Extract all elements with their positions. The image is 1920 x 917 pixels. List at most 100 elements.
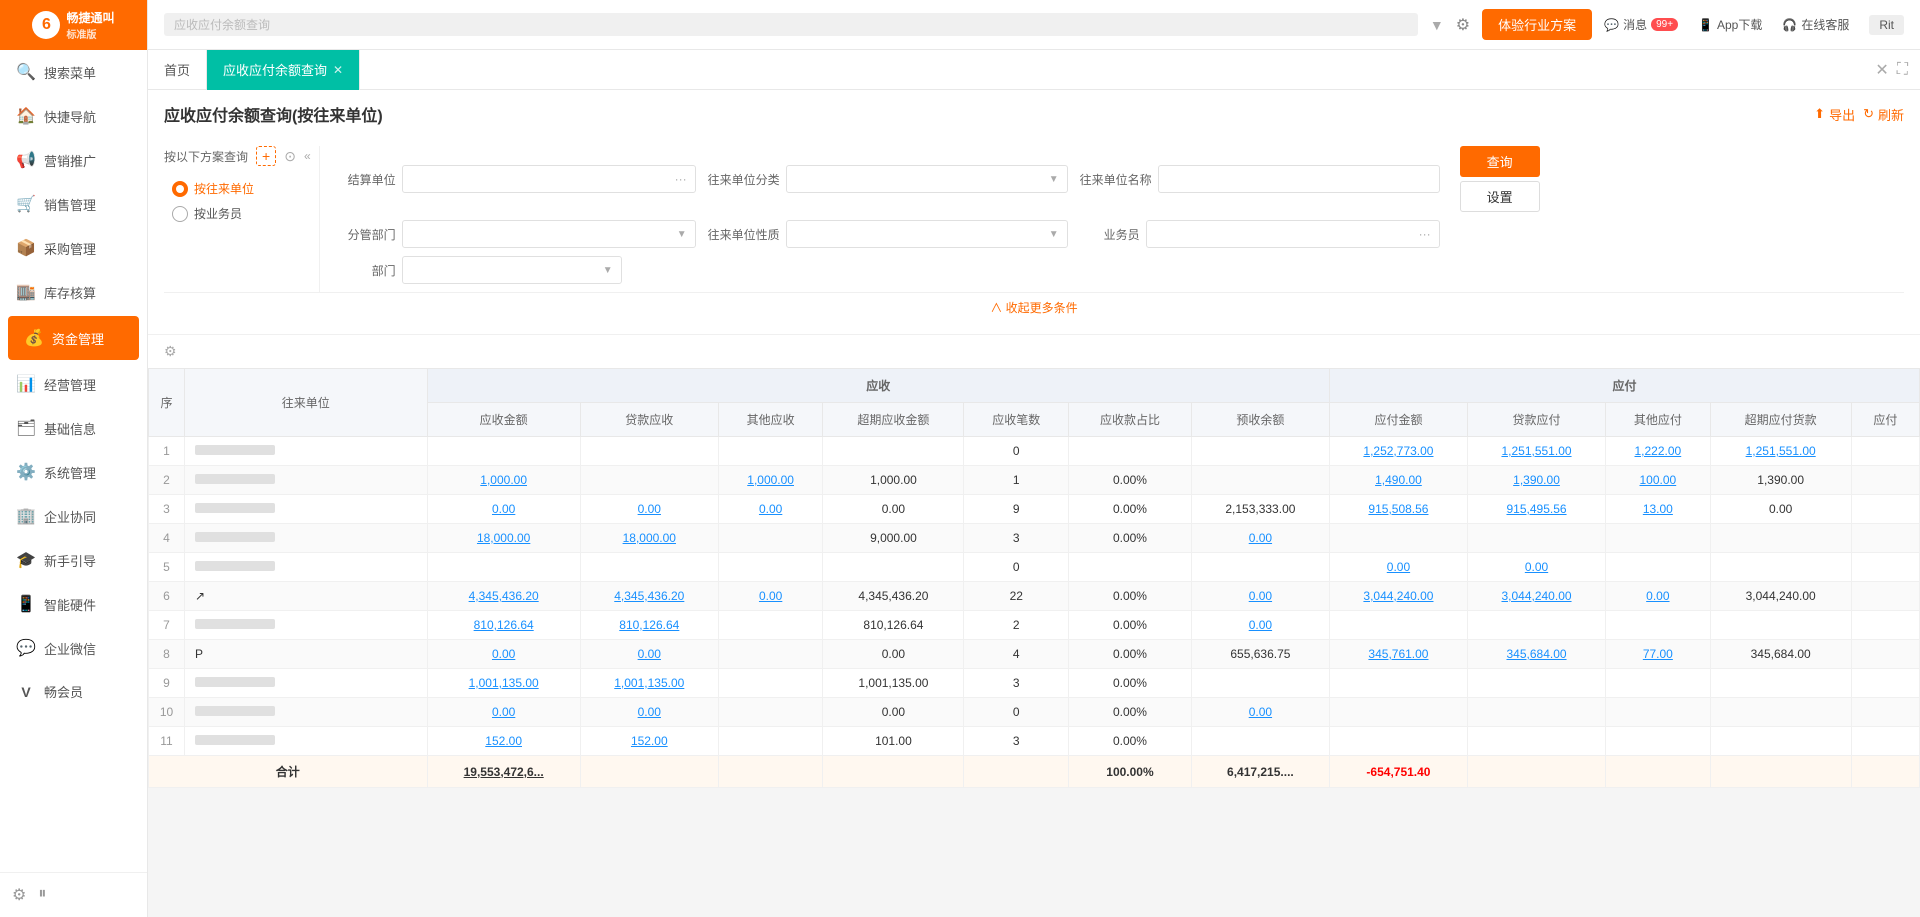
col-partner-header: 往来单位 (185, 369, 428, 437)
collapse-more-btn[interactable]: ∧ 收起更多条件 (164, 292, 1904, 322)
sidebar-item-corp[interactable]: 🏢 企业协同 (0, 494, 147, 538)
col-overdue-ar: 超期应收金额 (823, 403, 964, 437)
set-button[interactable]: 设置 (1460, 181, 1540, 212)
table-area: ⚙ 序 往来单位 应收 应付 应收金额 (148, 335, 1920, 788)
partner-category-input[interactable]: ▼ (786, 165, 1068, 193)
message-btn[interactable]: 💬 消息 99+ (1604, 16, 1678, 33)
total-prepay: 6,417,215.... (1191, 756, 1329, 788)
sidebar-item-label: 企业微信 (44, 639, 96, 658)
message-badge: 99+ (1651, 18, 1678, 31)
operation-icon: 📊 (16, 374, 36, 394)
sidebar-item-purchase[interactable]: 📦 采购管理 (0, 226, 147, 270)
col-index-header: 序 (149, 369, 185, 437)
header-right: 💬 消息 99+ 📱 App下载 🎧 在线客服 Rit (1604, 16, 1904, 33)
sidebar-item-label: 新手引导 (44, 551, 96, 570)
sidebar-item-sales[interactable]: 🛒 销售管理 (0, 182, 147, 226)
sidebar-item-label: 营销推广 (44, 151, 96, 170)
total-label: 合计 (149, 756, 428, 788)
sidebar-item-device[interactable]: 📱 智能硬件 (0, 582, 147, 626)
sidebar-item-label: 经营管理 (44, 375, 96, 394)
service-btn[interactable]: 🎧 在线客服 (1782, 16, 1849, 33)
table-row: 3 0.00 0.00 0.00 0.00 9 0.00% 2,153,333.… (149, 495, 1920, 524)
page-content: 应收应付余额查询(按往来单位) ⬆ 导出 ↻ 刷新 (148, 90, 1920, 917)
filter-collapse-btn[interactable]: « (304, 149, 311, 163)
sidebar-item-search[interactable]: 🔍 搜索菜单 (0, 50, 147, 94)
sidebar-item-label: 搜索菜单 (44, 63, 96, 82)
collapse-icon: ∧ (990, 301, 1002, 315)
sidebar-item-finance[interactable]: 💰 资金管理 (8, 316, 139, 360)
col-ap2: 应付 (1851, 403, 1919, 437)
settlement-input[interactable]: ··· (402, 165, 696, 193)
page-inner: 应收应付余额查询(按往来单位) ⬆ 导出 ↻ 刷新 (148, 90, 1920, 788)
dept-head-input[interactable]: ▼ (402, 220, 696, 248)
tabs-bar: 首页 应收应付余额查询 ✕ ✕ ⛶ (148, 50, 1920, 90)
col-prepay: 预收余额 (1191, 403, 1329, 437)
tab-query[interactable]: 应收应付余额查询 ✕ (207, 50, 360, 90)
sidebar-item-label: 库存核算 (44, 283, 96, 302)
pause-bottom-btn[interactable]: ⏸ (38, 885, 46, 905)
table-row: 6 ↗ 4,345,436.20 4,345,436.20 0.00 4,345… (149, 582, 1920, 611)
sidebar-item-label: 采购管理 (44, 239, 96, 258)
tab-close-icon[interactable]: ✕ (333, 63, 343, 77)
partner-name-input[interactable] (1158, 165, 1440, 193)
sidebar-item-quicknav[interactable]: 🏠 快捷导航 (0, 94, 147, 138)
dept-head-label: 分管部门 (336, 226, 396, 243)
tab-close-window-btn[interactable]: ✕ (1875, 60, 1888, 80)
nav-dropdown-btn[interactable]: ▼ (1430, 17, 1444, 33)
guide-icon: 🎓 (16, 550, 36, 570)
filter-settings-btn[interactable]: ⊙ (284, 148, 296, 165)
refresh-btn[interactable]: ↻ 刷新 (1863, 105, 1904, 124)
filter-header: 按以下方案查询 + ⊙ « (164, 146, 311, 166)
user-avatar[interactable]: Rit (1869, 18, 1904, 32)
tab-expand-btn[interactable]: ⛶ (1897, 61, 1908, 79)
sidebar-item-marketing[interactable]: 📢 营销推广 (0, 138, 147, 182)
sidebar-item-inventory[interactable]: 🏬 库存核算 (0, 270, 147, 314)
col-overdue-ap: 超期应付货款 (1710, 403, 1851, 437)
page-actions: ⬆ 导出 ↻ 刷新 (1814, 105, 1904, 124)
table-row: 2 1,000.00 1,000.00 1,000.00 1 0.00% 1,4… (149, 466, 1920, 495)
partner-category-label: 往来单位分类 (708, 171, 780, 188)
dept-label: 部门 (336, 262, 396, 279)
filter-option-salesman[interactable]: 按业务员 (164, 201, 311, 226)
tab-home[interactable]: 首页 (148, 50, 207, 90)
col-other-ap: 其他应付 (1606, 403, 1711, 437)
sidebar-item-member[interactable]: V 畅会员 (0, 670, 147, 713)
tab-home-label: 首页 (164, 60, 190, 79)
app-download-btn[interactable]: 📱 App下载 (1698, 16, 1762, 33)
logo-sub: 标准版 (66, 26, 114, 41)
partner-name-label: 往来单位名称 (1080, 171, 1152, 188)
corp-icon: 🏢 (16, 506, 36, 526)
sidebar-item-basic[interactable]: 🗂 基础信息 (0, 406, 147, 450)
col-ar-group-header: 应收 (427, 369, 1329, 403)
settings-icon[interactable]: ⚙ (1456, 15, 1470, 35)
sidebar-item-guide[interactable]: 🎓 新手引导 (0, 538, 147, 582)
service-icon: 🎧 (1782, 18, 1797, 32)
filter-option-inactive-icon (172, 206, 188, 222)
filter-option-active-icon (172, 181, 188, 197)
col-ar-amount: 应收金额 (427, 403, 580, 437)
sidebar-item-system[interactable]: ⚙️ 系统管理 (0, 450, 147, 494)
filter-add-btn[interactable]: + (256, 146, 276, 166)
sidebar-item-operation[interactable]: 📊 经营管理 (0, 362, 147, 406)
query-button[interactable]: 查询 (1460, 146, 1540, 177)
breadcrumb: 应收应付余额查询 (164, 13, 1418, 36)
cta-button[interactable]: 体验行业方案 (1482, 9, 1592, 40)
sidebar-item-label: 系统管理 (44, 463, 96, 482)
sidebar-bottom: ⚙ ⏸ (0, 872, 147, 917)
sidebar-item-wechat[interactable]: 💬 企业微信 (0, 626, 147, 670)
salesman-input[interactable]: ··· (1146, 220, 1440, 248)
data-table: 序 往来单位 应收 应付 应收金额 贷款应收 其他应收 超期应收金额 应收笔数 (148, 368, 1920, 788)
purchase-icon: 📦 (16, 238, 36, 258)
table-row: 11 152.00 152.00 101.00 3 0.00% (149, 727, 1920, 756)
table-settings-icon[interactable]: ⚙ (164, 343, 177, 360)
settings-bottom-btn[interactable]: ⚙ (12, 885, 26, 905)
dept-input[interactable]: ▼ (402, 256, 622, 284)
home-icon: 🏠 (16, 106, 36, 126)
total-ar[interactable]: 19,553,472,6... (427, 756, 580, 788)
basic-icon: 🗂 (16, 418, 36, 438)
table-row: 10 0.00 0.00 0.00 0 0.00% 0.00 (149, 698, 1920, 727)
filter-option-partner[interactable]: 按往来单位 (164, 176, 311, 201)
export-btn[interactable]: ⬆ 导出 (1814, 105, 1855, 124)
table-row: 1 0 1,252,773.00 1,251,551.00 (149, 437, 1920, 466)
partner-nature-input[interactable]: ▼ (786, 220, 1068, 248)
